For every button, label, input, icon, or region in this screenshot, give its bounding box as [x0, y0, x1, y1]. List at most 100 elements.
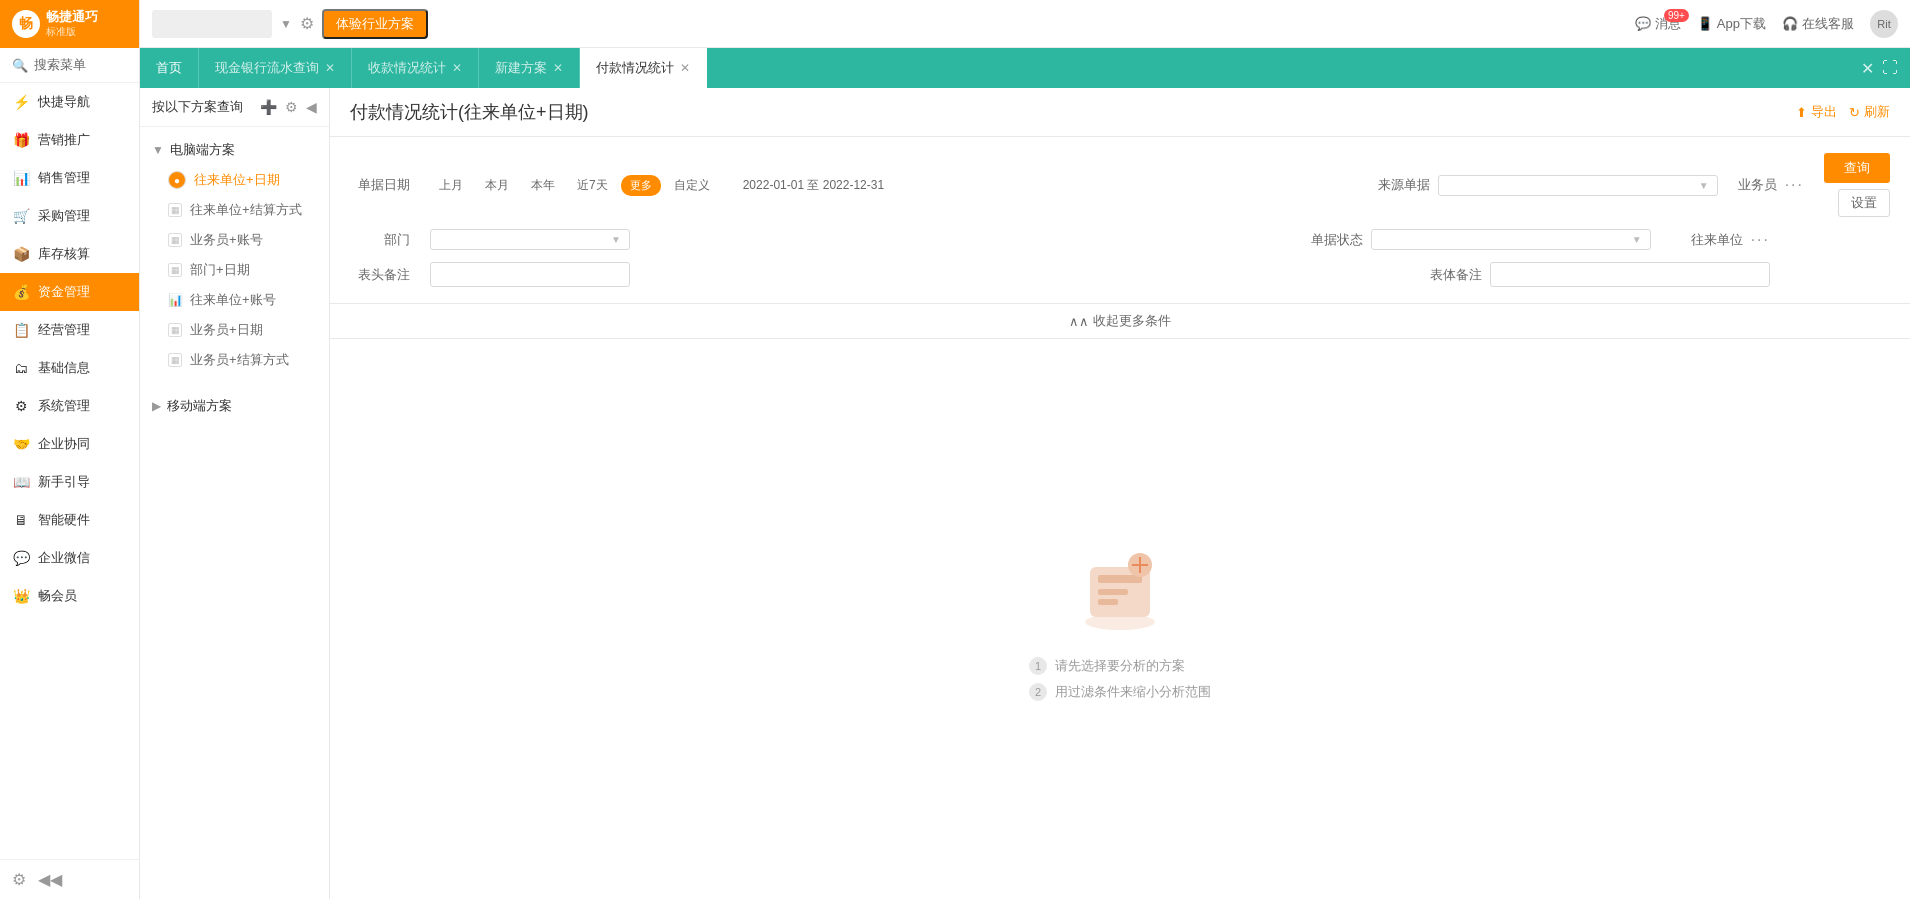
scheme-salesman-settlement[interactable]: ▦ 业务员+结算方式: [140, 345, 329, 375]
sidebar-item-enterprise[interactable]: 🤝 企业协同: [0, 425, 139, 463]
svg-rect-4: [1098, 599, 1118, 605]
date-btn-this-month[interactable]: 本月: [476, 173, 518, 198]
tab-payment-stats-close[interactable]: ✕: [680, 61, 690, 75]
tab-close-all-icon[interactable]: ✕: [1861, 59, 1874, 78]
tab-income-stats[interactable]: 收款情况统计 ✕: [352, 48, 479, 88]
member-icon: 👑: [12, 587, 30, 605]
hint-num-1: 1: [1029, 657, 1047, 675]
sidebar-item-hardware[interactable]: 🖥 智能硬件: [0, 501, 139, 539]
sidebar-item-business[interactable]: 📋 经营管理: [0, 311, 139, 349]
settings-btn[interactable]: 设置: [1838, 189, 1890, 217]
scheme-icon-grid3: ▦: [168, 263, 182, 277]
scheme-unit-account[interactable]: 📊 往来单位+账号: [140, 285, 329, 315]
enterprise-icon: 🤝: [12, 435, 30, 453]
scheme-salesman-account[interactable]: ▦ 业务员+账号: [140, 225, 329, 255]
collapse-panel-icon[interactable]: ◀: [306, 99, 317, 115]
date-btn-custom[interactable]: 自定义: [665, 173, 719, 198]
search-menu-item[interactable]: 🔍 搜索菜单: [0, 48, 139, 83]
mobile-section-arrow: ▶: [152, 399, 161, 413]
settings-bottom-icon[interactable]: ⚙: [12, 870, 26, 889]
user-avatar[interactable]: Rit: [1870, 10, 1898, 38]
sidebar-item-system[interactable]: ⚙ 系统管理: [0, 387, 139, 425]
tab-home[interactable]: 首页: [140, 48, 199, 88]
tab-payment-stats[interactable]: 付款情况统计 ✕: [580, 48, 707, 88]
scheme-salesman-date[interactable]: ▦ 业务员+日期: [140, 315, 329, 345]
salesman-filter-group: 业务员 ···: [1738, 176, 1804, 194]
tab-expand-icon[interactable]: ⛶: [1882, 59, 1898, 77]
mobile-section: ▶ 移动端方案: [140, 383, 329, 429]
messages-btn[interactable]: 💬 消息 99+: [1635, 15, 1681, 33]
trial-btn[interactable]: 体验行业方案: [322, 9, 428, 39]
date-btn-this-year[interactable]: 本年: [522, 173, 564, 198]
tab-bank-flow-close[interactable]: ✕: [325, 61, 335, 75]
pc-section-arrow: ▼: [152, 143, 164, 157]
scheme-icon-grid2: ▦: [168, 233, 182, 247]
tab-actions: ✕ ⛶: [1849, 48, 1910, 88]
date-range-display: 2022-01-01 至 2022-12-31: [743, 177, 884, 194]
voucher-status-label: 单据状态: [1311, 231, 1363, 249]
table-body-notes-label: 表体备注: [1430, 266, 1482, 284]
sidebar-item-sales[interactable]: 📊 销售管理: [0, 159, 139, 197]
sidebar-item-basic-info[interactable]: 🗂 基础信息: [0, 349, 139, 387]
refresh-btn[interactable]: ↻ 刷新: [1849, 103, 1890, 121]
sidebar-item-inventory[interactable]: 📦 库存核算: [0, 235, 139, 273]
date-buttons: 上月 本月 本年 近7天 更多 自定义: [430, 173, 719, 198]
mobile-section-header[interactable]: ▶ 移动端方案: [140, 391, 329, 421]
app-download-btn[interactable]: 📱 App下载: [1697, 15, 1766, 33]
collapse-arrow-icon: ∧∧: [1069, 314, 1089, 329]
hardware-icon: 🖥: [12, 511, 30, 529]
logo-text: 畅捷通巧 标准版: [46, 9, 98, 39]
left-panel: 按以下方案查询 ➕ ⚙ ◀ ▼ 电脑端方案 ● 往来单位+日期 ▦: [140, 88, 330, 899]
table-head-notes-label: 表头备注: [350, 266, 410, 284]
collapse-btn[interactable]: ∧∧ 收起更多条件: [1069, 312, 1171, 330]
online-service-btn[interactable]: 🎧 在线客服: [1782, 15, 1854, 33]
collapse-sidebar-icon[interactable]: ◀◀: [38, 870, 62, 889]
sidebar-item-marketing[interactable]: 🎁 营销推广: [0, 121, 139, 159]
date-label: 单据日期: [350, 176, 410, 194]
sidebar-item-finance[interactable]: 💰 资金管理: [0, 273, 139, 311]
sidebar-item-guide[interactable]: 📖 新手引导: [0, 463, 139, 501]
empty-hints: 1 请先选择要分析的方案 2 用过滤条件来缩小分析范围: [1029, 657, 1211, 701]
sidebar-item-purchase[interactable]: 🛒 采购管理: [0, 197, 139, 235]
voucher-status-select[interactable]: ▼: [1371, 229, 1651, 250]
salesman-label: 业务员: [1738, 176, 1777, 194]
page-title: 付款情况统计(往来单位+日期): [350, 100, 589, 124]
table-body-notes-input[interactable]: [1490, 262, 1770, 287]
phone-icon: 📱: [1697, 16, 1713, 31]
pc-section-header[interactable]: ▼ 电脑端方案: [140, 135, 329, 165]
tab-bank-flow[interactable]: 现金银行流水查询 ✕: [199, 48, 352, 88]
purchase-icon: 🛒: [12, 207, 30, 225]
scheme-settings-icon[interactable]: ⚙: [285, 99, 298, 115]
weixin-icon: 💬: [12, 549, 30, 567]
tab-new-plan[interactable]: 新建方案 ✕: [479, 48, 580, 88]
sidebar-item-member[interactable]: 👑 畅会员: [0, 577, 139, 615]
sidebar-item-quick-nav[interactable]: ⚡ 快捷导航: [0, 83, 139, 121]
date-btn-prev-month[interactable]: 上月: [430, 173, 472, 198]
message-icon: 💬: [1635, 16, 1651, 31]
sidebar-item-weixin[interactable]: 💬 企业微信: [0, 539, 139, 577]
sidebar-logo: 畅 畅捷通巧 标准版: [0, 0, 139, 48]
topbar-dropdown-icon[interactable]: ▼: [280, 17, 292, 31]
related-unit-dots: ···: [1751, 231, 1770, 249]
sidebar: 畅 畅捷通巧 标准版 🔍 搜索菜单 ⚡ 快捷导航 🎁 营销推广 📊 销售管理 🛒…: [0, 0, 140, 899]
tab-new-plan-close[interactable]: ✕: [553, 61, 563, 75]
topbar-gear-icon[interactable]: ⚙: [300, 14, 314, 33]
scheme-unit-settlement[interactable]: ▦ 往来单位+结算方式: [140, 195, 329, 225]
add-scheme-icon[interactable]: ➕: [260, 99, 277, 115]
topbar: ▼ ⚙ 体验行业方案 💬 消息 99+ 📱 App下载 🎧 在线客服 Rit: [140, 0, 1910, 48]
source-select[interactable]: ▼: [1438, 175, 1718, 196]
sales-icon: 📊: [12, 169, 30, 187]
date-btn-last-7[interactable]: 近7天: [568, 173, 617, 198]
source-select-arrow: ▼: [1699, 180, 1709, 191]
export-btn[interactable]: ⬆ 导出: [1796, 103, 1837, 121]
query-btn[interactable]: 查询: [1824, 153, 1890, 183]
table-head-notes-input[interactable]: [430, 262, 630, 287]
date-btn-more[interactable]: 更多: [621, 175, 661, 196]
scheme-unit-date[interactable]: ● 往来单位+日期: [140, 165, 329, 195]
tab-income-stats-close[interactable]: ✕: [452, 61, 462, 75]
dept-select[interactable]: ▼: [430, 229, 630, 250]
collapse-bar: ∧∧ 收起更多条件: [330, 304, 1910, 339]
content-area: 按以下方案查询 ➕ ⚙ ◀ ▼ 电脑端方案 ● 往来单位+日期 ▦: [140, 88, 1910, 899]
system-icon: ⚙: [12, 397, 30, 415]
scheme-dept-date[interactable]: ▦ 部门+日期: [140, 255, 329, 285]
